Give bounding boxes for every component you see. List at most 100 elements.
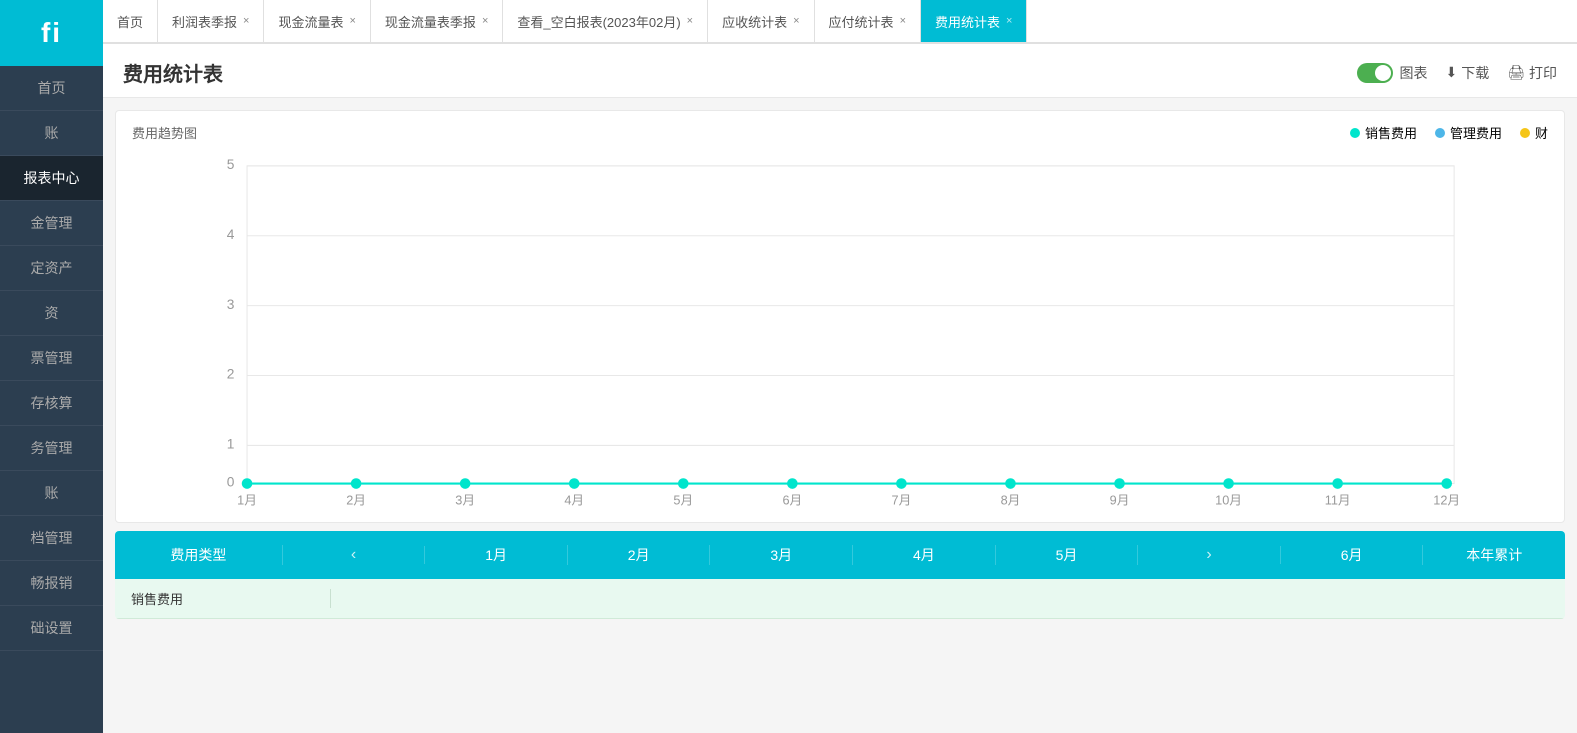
svg-text:5: 5 bbox=[227, 157, 235, 172]
table-header-nav-prev[interactable]: ‹ bbox=[283, 546, 426, 564]
svg-text:6月: 6月 bbox=[782, 494, 802, 508]
tab-receivable-label: 应收统计表 bbox=[722, 12, 787, 31]
table-header-ytd: 本年累计 bbox=[1423, 545, 1565, 565]
chart-svg: 5 4 3 2 1 0 bbox=[132, 150, 1548, 510]
legend-admin: 管理费用 bbox=[1435, 123, 1502, 142]
chart-header: 费用趋势图 销售费用 管理费用 财 bbox=[132, 123, 1548, 142]
tab-blank-report-close[interactable]: × bbox=[687, 15, 693, 27]
page-title: 费用统计表 bbox=[123, 58, 223, 87]
tab-expense-label: 费用统计表 bbox=[935, 12, 1000, 31]
svg-text:2月: 2月 bbox=[346, 494, 366, 508]
chart-legend: 销售费用 管理费用 财 bbox=[1350, 123, 1548, 142]
chart-toggle-wrap[interactable]: 图表 bbox=[1357, 63, 1427, 83]
sidebar: fi 首页 账 报表中心 金管理 定资产 资 票管理 存核算 务管理 账 档管理… bbox=[0, 0, 103, 733]
legend-sales-label: 销售费用 bbox=[1365, 123, 1417, 142]
content-area: 费用统计表 图表 ⬇ 下载 🖨 打印 费用趋势图 bbox=[103, 44, 1577, 733]
svg-text:3月: 3月 bbox=[455, 494, 475, 508]
table-section: 费用类型 ‹ 1月 2月 3月 4月 5月 bbox=[115, 531, 1565, 619]
next-month-arrow[interactable]: › bbox=[1206, 546, 1211, 564]
table-header-row: 费用类型 ‹ 1月 2月 3月 4月 5月 bbox=[115, 531, 1565, 579]
sidebar-item-home[interactable]: 首页 bbox=[0, 66, 103, 111]
prev-month-arrow[interactable]: ‹ bbox=[351, 546, 356, 564]
svg-text:5月: 5月 bbox=[673, 494, 693, 508]
tab-payable[interactable]: 应付统计表 × bbox=[815, 0, 921, 43]
tab-cashflow-quarterly-close[interactable]: × bbox=[482, 15, 488, 27]
chart-toggle-label: 图表 bbox=[1399, 63, 1427, 83]
print-button[interactable]: 🖨 打印 bbox=[1507, 63, 1557, 83]
table-col-m4-label: 4月 bbox=[913, 545, 935, 565]
sidebar-item-sales-return[interactable]: 畅报销 bbox=[0, 561, 103, 606]
table-col-m1-label: 1月 bbox=[485, 545, 507, 565]
sidebar-item-invoice-mgmt[interactable]: 票管理 bbox=[0, 336, 103, 381]
tab-receivable[interactable]: 应收统计表 × bbox=[708, 0, 814, 43]
tab-cashflow-close[interactable]: × bbox=[349, 15, 355, 27]
tab-expense-close[interactable]: × bbox=[1006, 15, 1012, 27]
svg-text:8月: 8月 bbox=[1001, 494, 1021, 508]
svg-text:3: 3 bbox=[227, 297, 235, 312]
print-label: 打印 bbox=[1529, 63, 1557, 83]
tab-payable-close[interactable]: × bbox=[900, 15, 906, 27]
download-icon: ⬇ bbox=[1445, 64, 1457, 81]
sidebar-item-payroll[interactable]: 资 bbox=[0, 291, 103, 336]
download-button[interactable]: ⬇ 下载 bbox=[1445, 63, 1489, 83]
table-col-m2-label: 2月 bbox=[628, 545, 650, 565]
svg-text:4月: 4月 bbox=[564, 494, 584, 508]
table-col-ytd-label: 本年累计 bbox=[1466, 545, 1522, 565]
sidebar-item-ledger[interactable]: 账 bbox=[0, 471, 103, 516]
tab-expense[interactable]: 费用统计表 × bbox=[921, 0, 1027, 43]
legend-finance-dot bbox=[1520, 128, 1530, 138]
chart-section: 费用趋势图 销售费用 管理费用 财 bbox=[115, 110, 1565, 523]
legend-admin-label: 管理费用 bbox=[1450, 123, 1502, 142]
chart-title: 费用趋势图 bbox=[132, 123, 197, 142]
table-header-type: 费用类型 bbox=[115, 545, 283, 565]
chart-container: 5 4 3 2 1 0 bbox=[132, 150, 1548, 510]
table-header-m5: 5月 bbox=[996, 545, 1139, 565]
tab-profit-quarterly-close[interactable]: × bbox=[243, 15, 249, 27]
svg-text:1月: 1月 bbox=[237, 494, 257, 508]
sidebar-item-inventory[interactable]: 存核算 bbox=[0, 381, 103, 426]
table-col-m5-label: 5月 bbox=[1056, 545, 1078, 565]
sidebar-item-fund-mgmt[interactable]: 金管理 bbox=[0, 201, 103, 246]
tab-cashflow-label: 现金流量表 bbox=[278, 12, 343, 31]
legend-sales-dot bbox=[1350, 128, 1360, 138]
sidebar-item-business-mgmt[interactable]: 务管理 bbox=[0, 426, 103, 471]
sidebar-logo: fi bbox=[0, 0, 103, 66]
svg-text:2: 2 bbox=[227, 367, 235, 382]
page-header: 费用统计表 图表 ⬇ 下载 🖨 打印 bbox=[103, 44, 1577, 98]
tab-payable-label: 应付统计表 bbox=[829, 12, 894, 31]
svg-text:1: 1 bbox=[227, 437, 235, 452]
tab-bar: 首页 利润表季报 × 现金流量表 × 现金流量表季报 × 查看_空白报表(202… bbox=[103, 0, 1577, 44]
table-cell-type: 销售费用 bbox=[115, 589, 331, 608]
tab-profit-quarterly-label: 利润表季报 bbox=[172, 12, 237, 31]
sidebar-item-account[interactable]: 账 bbox=[0, 111, 103, 156]
sidebar-item-fixed-assets[interactable]: 定资产 bbox=[0, 246, 103, 291]
svg-text:7月: 7月 bbox=[892, 494, 912, 508]
table-header-m4: 4月 bbox=[853, 545, 996, 565]
tab-cashflow-quarterly[interactable]: 现金流量表季报 × bbox=[371, 0, 503, 43]
tab-home[interactable]: 首页 bbox=[103, 0, 158, 43]
legend-sales: 销售费用 bbox=[1350, 123, 1417, 142]
tab-blank-report-label: 查看_空白报表(2023年02月) bbox=[517, 12, 680, 31]
tab-blank-report[interactable]: 查看_空白报表(2023年02月) × bbox=[503, 0, 708, 43]
print-icon: 🖨 bbox=[1507, 64, 1525, 81]
sidebar-item-basic-settings[interactable]: 础设置 bbox=[0, 606, 103, 651]
tab-profit-quarterly[interactable]: 利润表季报 × bbox=[158, 0, 264, 43]
table-header-m2: 2月 bbox=[568, 545, 711, 565]
table-header-nav-next[interactable]: › bbox=[1138, 546, 1281, 564]
tab-home-label: 首页 bbox=[117, 12, 143, 31]
sidebar-item-archive[interactable]: 档管理 bbox=[0, 516, 103, 561]
table-row: 销售费用 bbox=[115, 579, 1565, 619]
tab-cashflow-quarterly-label: 现金流量表季报 bbox=[385, 12, 476, 31]
sidebar-item-report-center[interactable]: 报表中心 bbox=[0, 156, 103, 201]
tab-receivable-close[interactable]: × bbox=[793, 15, 799, 27]
chart-toggle[interactable] bbox=[1357, 63, 1393, 83]
header-actions: 图表 ⬇ 下载 🖨 打印 bbox=[1357, 63, 1557, 83]
table-header-m1: 1月 bbox=[425, 545, 568, 565]
svg-text:12月: 12月 bbox=[1433, 494, 1460, 508]
table-header-m6: 6月 bbox=[1281, 545, 1424, 565]
table-header-m3: 3月 bbox=[710, 545, 853, 565]
tab-cashflow[interactable]: 现金流量表 × bbox=[264, 0, 370, 43]
svg-text:4: 4 bbox=[227, 227, 235, 242]
download-label: 下载 bbox=[1461, 63, 1489, 83]
table-col-m6-label: 6月 bbox=[1341, 545, 1363, 565]
